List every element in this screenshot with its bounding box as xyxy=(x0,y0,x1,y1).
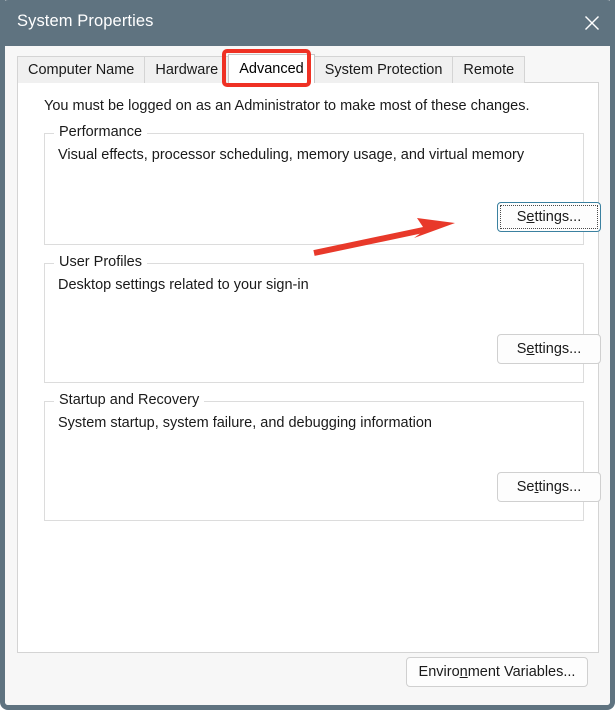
button-label: Environment Variables... xyxy=(419,664,576,680)
tab-label: Computer Name xyxy=(28,62,134,78)
user-profiles-settings-button[interactable]: Settings... xyxy=(497,334,601,364)
advanced-tab-page: You must be logged on as an Administrato… xyxy=(17,82,599,653)
window-title: System Properties xyxy=(17,12,154,31)
user-profiles-group: User Profiles Desktop settings related t… xyxy=(44,263,584,383)
group-legend: User Profiles xyxy=(54,254,147,270)
tab-label: Remote xyxy=(463,62,514,78)
tab-label: Advanced xyxy=(239,61,304,77)
tab-system-protection[interactable]: System Protection xyxy=(314,56,454,83)
button-label: Settings... xyxy=(517,341,582,357)
tab-computer-name[interactable]: Computer Name xyxy=(17,56,145,83)
dialog-client-area: Computer Name Hardware Advanced System P… xyxy=(5,46,610,705)
tab-label: Hardware xyxy=(155,62,218,78)
startup-recovery-group: Startup and Recovery System startup, sys… xyxy=(44,401,584,521)
group-description: Desktop settings related to your sign-in xyxy=(58,277,309,293)
performance-group: Performance Visual effects, processor sc… xyxy=(44,133,584,245)
tab-hardware[interactable]: Hardware xyxy=(144,56,229,83)
button-label: Settings... xyxy=(517,479,582,495)
tab-strip: Computer Name Hardware Advanced System P… xyxy=(17,55,524,83)
system-properties-window: System Properties Computer Name Hardware… xyxy=(0,0,615,710)
performance-settings-button[interactable]: Settings... xyxy=(497,202,601,232)
environment-variables-button[interactable]: Environment Variables... xyxy=(406,657,588,687)
group-legend: Startup and Recovery xyxy=(54,392,204,408)
close-icon[interactable] xyxy=(569,0,615,46)
tab-advanced[interactable]: Advanced xyxy=(228,54,315,83)
administrator-notice: You must be logged on as an Administrato… xyxy=(44,98,530,114)
tab-label: System Protection xyxy=(325,62,443,78)
group-description: Visual effects, processor scheduling, me… xyxy=(58,147,524,163)
group-legend: Performance xyxy=(54,124,147,140)
button-label: Settings... xyxy=(517,209,582,225)
tab-remote[interactable]: Remote xyxy=(452,56,525,83)
group-description: System startup, system failure, and debu… xyxy=(58,415,432,431)
title-bar: System Properties xyxy=(0,0,615,46)
startup-recovery-settings-button[interactable]: Settings... xyxy=(497,472,601,502)
